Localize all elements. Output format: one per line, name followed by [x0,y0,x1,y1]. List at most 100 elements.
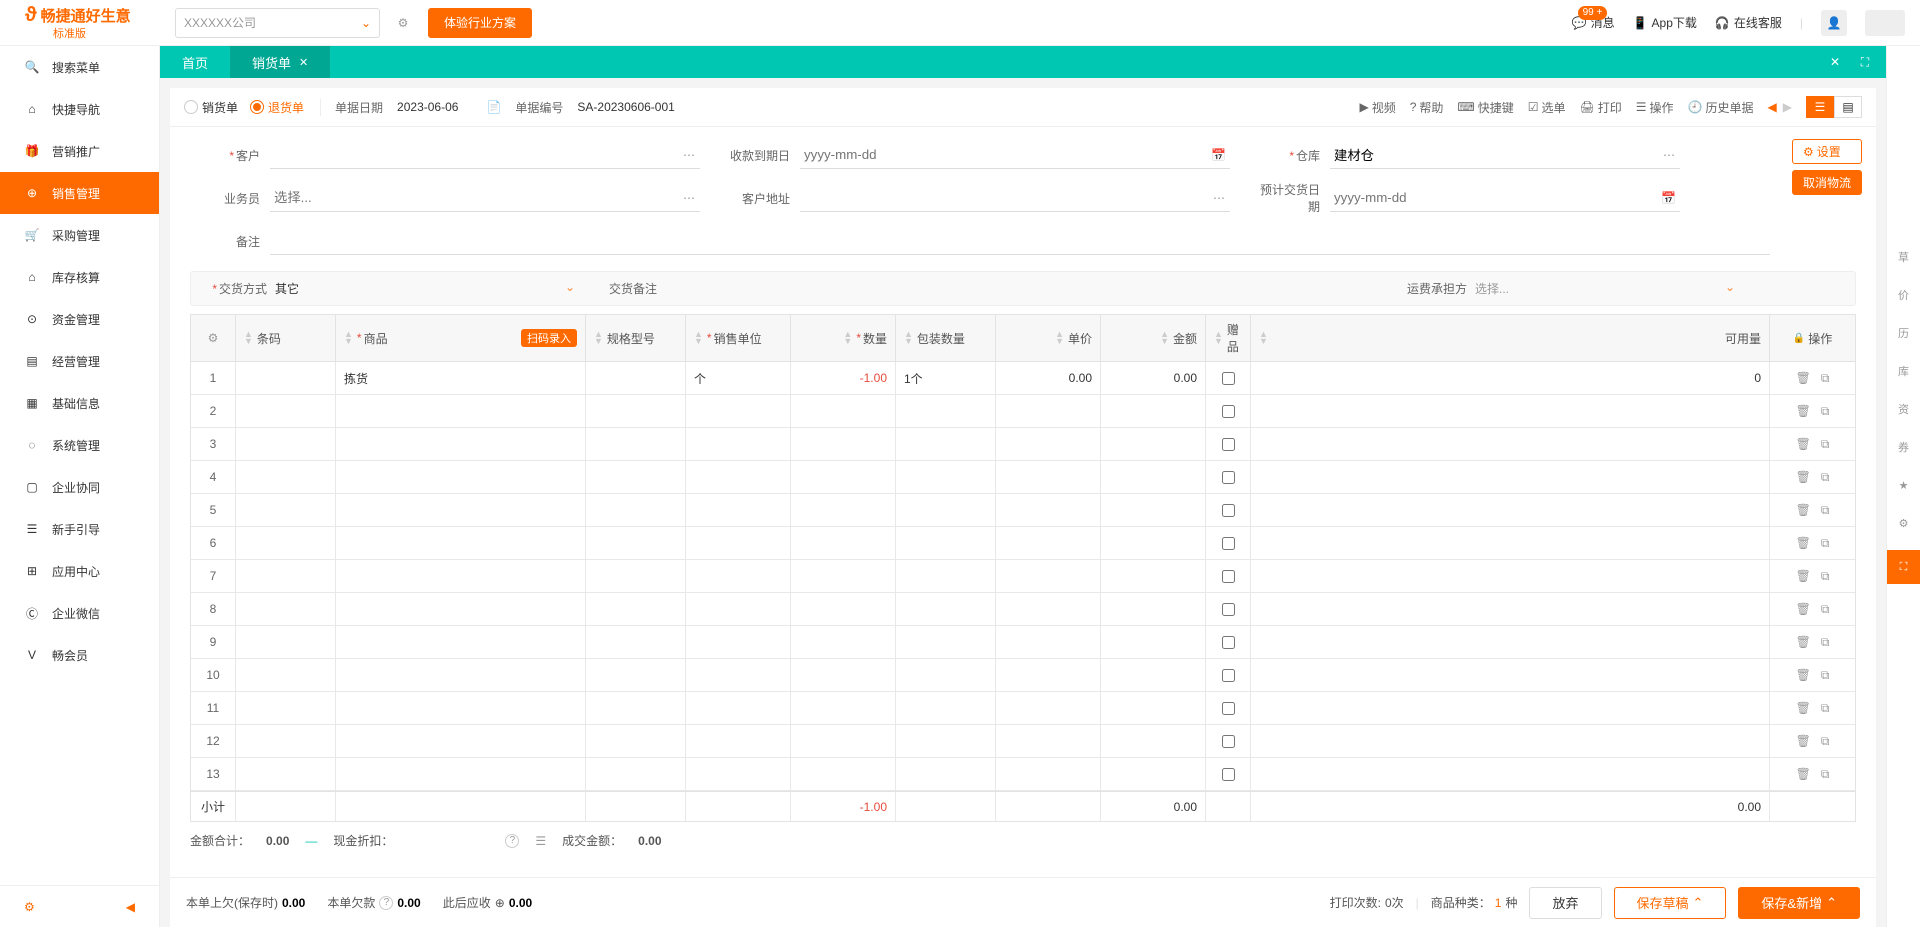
cell-product[interactable] [336,395,586,427]
cell-qty[interactable] [791,428,896,460]
cell-price[interactable] [996,659,1101,691]
cell-price[interactable] [996,626,1101,658]
cell-amount[interactable] [1101,527,1206,559]
cell-spec[interactable] [586,494,686,526]
cell-gift[interactable] [1206,758,1251,790]
cell-pkg[interactable] [896,395,996,427]
gift-checkbox[interactable] [1222,702,1235,715]
gift-checkbox[interactable] [1222,636,1235,649]
table-row[interactable]: 7🗑⧉ [191,560,1855,593]
cell-price[interactable] [996,593,1101,625]
gift-checkbox[interactable] [1222,537,1235,550]
delete-icon[interactable]: 🗑 [1796,635,1811,649]
cell-unit[interactable] [686,560,791,592]
cell-amount[interactable] [1101,428,1206,460]
delete-icon[interactable]: 🗑 [1796,701,1811,715]
print-link[interactable]: 🖨打印 [1580,99,1622,116]
scan-button[interactable]: 扫码录入 [521,329,577,347]
copy-icon[interactable]: ⧉ [1821,437,1830,452]
lookup-icon[interactable]: ⋯ [1213,191,1226,205]
cell-barcode[interactable] [236,461,336,493]
sidebar-item-collab[interactable]: ▢企业协同 [0,466,159,508]
cell-unit[interactable] [686,758,791,790]
company-select[interactable]: XXXXXX公司 ⌄ [175,8,380,38]
cell-spec[interactable] [586,362,686,394]
view-card-icon[interactable]: ▤ [1834,96,1862,118]
cell-pkg[interactable] [896,461,996,493]
solution-button[interactable]: 体验行业方案 [428,8,532,38]
cell-barcode[interactable] [236,395,336,427]
cell-spec[interactable] [586,461,686,493]
cell-gift[interactable] [1206,395,1251,427]
cell-product[interactable] [336,560,586,592]
cell-unit[interactable] [686,626,791,658]
cust-addr-input[interactable]: ⋯ [800,184,1230,212]
table-row[interactable]: 2🗑⧉ [191,395,1855,428]
cell-spec[interactable] [586,560,686,592]
sort-icon[interactable]: ▲▼ [694,331,703,345]
sidebar-item-system[interactable]: ◌系统管理 [0,424,159,466]
user-menu[interactable] [1865,10,1905,36]
video-link[interactable]: ▶视频 [1359,99,1395,116]
cell-gift[interactable] [1206,461,1251,493]
cell-product[interactable] [336,461,586,493]
remark-input[interactable] [270,227,1770,255]
rail-item-3[interactable]: 库 [1893,360,1915,382]
cell-pkg[interactable] [896,758,996,790]
radio-sales-order[interactable]: 销货单 [184,99,238,116]
cell-pkg[interactable] [896,560,996,592]
copy-icon[interactable]: ⧉ [1821,602,1830,617]
cell-gift[interactable] [1206,593,1251,625]
table-row[interactable]: 1拣货个-1.001个0.000.000🗑⧉ [191,362,1855,395]
rail-item-0[interactable]: 草 [1893,246,1915,268]
close-icon[interactable]: ✕ [299,56,308,69]
rail-item-2[interactable]: 历 [1893,322,1915,344]
cell-barcode[interactable] [236,593,336,625]
cell-spec[interactable] [586,395,686,427]
delete-icon[interactable]: 🗑 [1796,470,1811,484]
tab-sales-order[interactable]: 销货单 ✕ [230,46,330,78]
cell-pkg[interactable] [896,527,996,559]
cell-gift[interactable] [1206,527,1251,559]
sort-icon[interactable]: ▲▼ [244,331,253,345]
cell-pkg[interactable]: 1个 [896,362,996,394]
sidebar-item-marketing[interactable]: 🎁营销推广 [0,130,159,172]
copy-icon[interactable]: ⧉ [1821,701,1830,716]
cell-barcode[interactable] [236,659,336,691]
cell-gift[interactable] [1206,659,1251,691]
tab-close-all-icon[interactable]: ✕ [1822,49,1848,75]
cell-price[interactable] [996,692,1101,724]
cell-amount[interactable] [1101,725,1206,757]
cell-qty[interactable] [791,692,896,724]
gift-checkbox[interactable] [1222,471,1235,484]
operate-link[interactable]: ☰操作 [1636,99,1674,116]
sidebar-item-basicinfo[interactable]: ▦基础信息 [0,382,159,424]
delete-icon[interactable]: 🗑 [1796,503,1811,517]
cell-barcode[interactable] [236,428,336,460]
tab-fullscreen-icon[interactable]: ⛶ [1852,49,1878,75]
table-row[interactable]: 12🗑⧉ [191,725,1855,758]
sidebar-item-quicknav[interactable]: ⌂快捷导航 [0,88,159,130]
sort-icon[interactable]: ▲▼ [1259,331,1268,345]
settings-button[interactable]: ⚙设置 [1792,139,1862,164]
warehouse-input[interactable]: ⋯ [1330,141,1680,169]
cell-price[interactable] [996,461,1101,493]
delete-icon[interactable]: 🗑 [1796,536,1811,550]
delete-icon[interactable]: 🗑 [1796,404,1811,418]
cell-pkg[interactable] [896,692,996,724]
cell-qty[interactable] [791,560,896,592]
cell-gift[interactable] [1206,626,1251,658]
next-doc-icon[interactable]: ▶ [1783,100,1792,114]
cell-price[interactable] [996,494,1101,526]
copy-icon[interactable]: ⧉ [1821,503,1830,518]
gift-checkbox[interactable] [1222,603,1235,616]
sort-icon[interactable]: ▲▼ [1214,331,1223,345]
table-row[interactable]: 11🗑⧉ [191,692,1855,725]
help-link[interactable]: ?帮助 [1410,99,1444,116]
cell-spec[interactable] [586,527,686,559]
lookup-icon[interactable]: ⋯ [683,191,696,205]
cell-unit[interactable] [686,395,791,427]
copy-icon[interactable]: ⧉ [1821,470,1830,485]
cell-price[interactable] [996,395,1101,427]
cell-product[interactable] [336,593,586,625]
